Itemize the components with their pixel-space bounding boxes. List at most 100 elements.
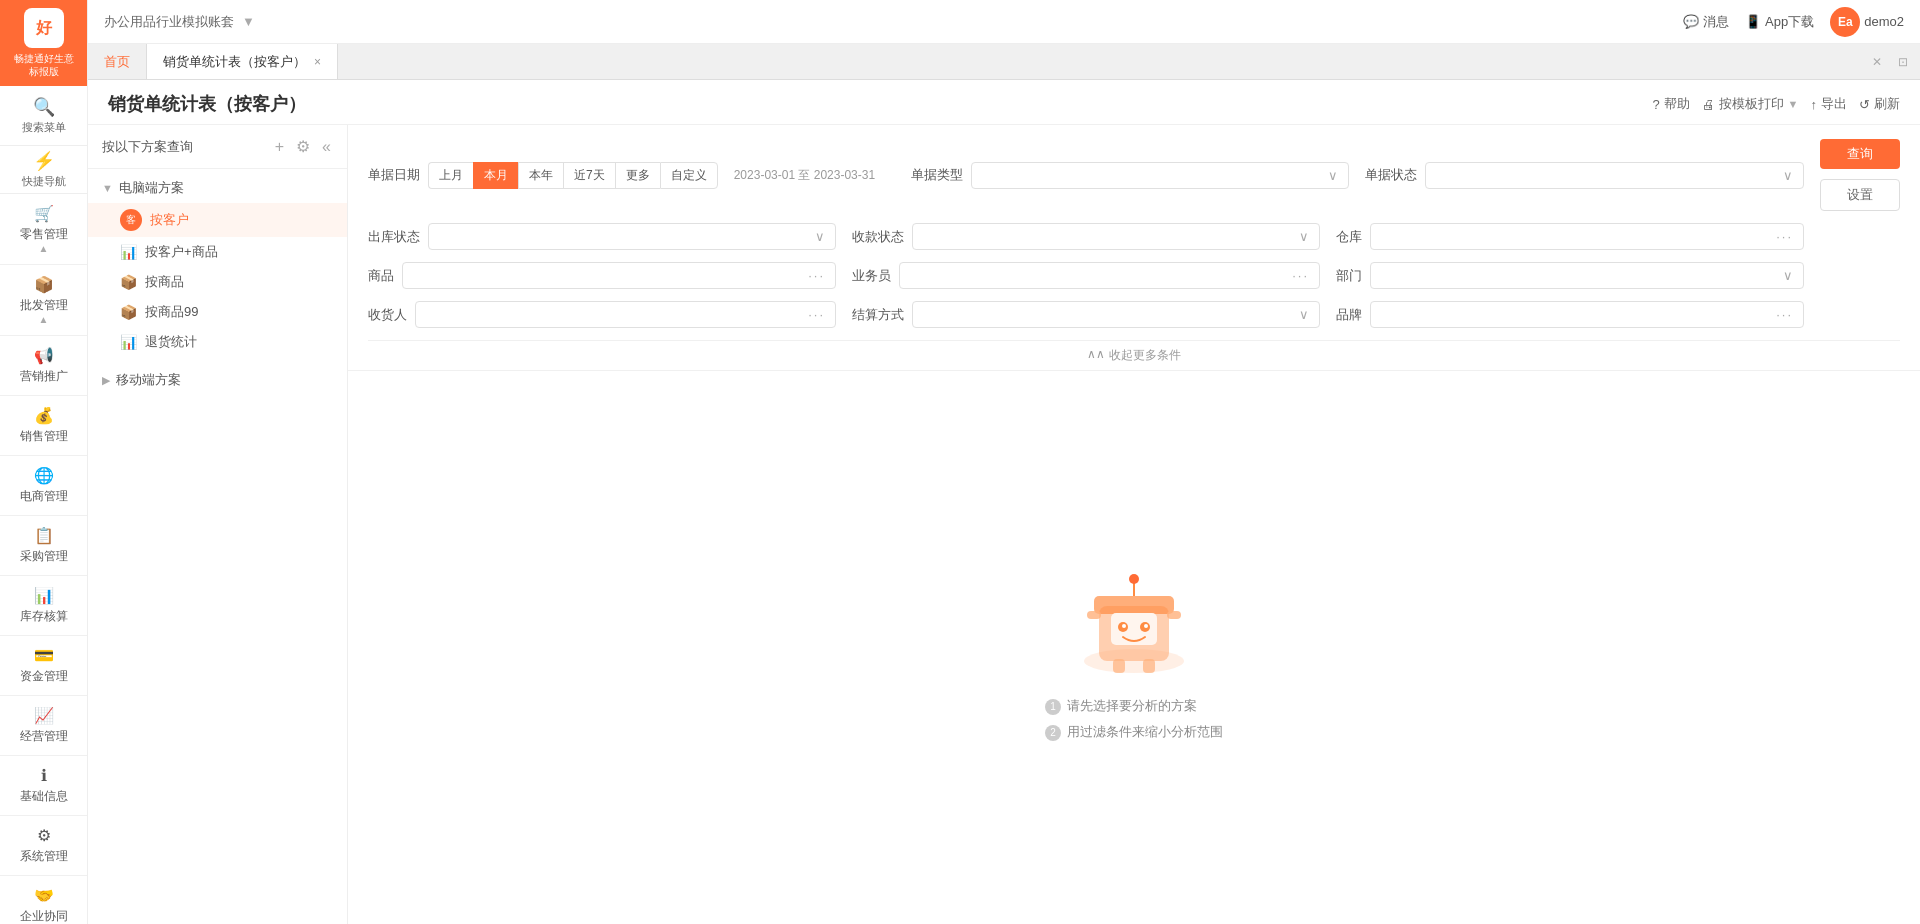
group-arrow-icon: ▼ [102,182,113,194]
settlement-caret: ∨ [1299,307,1309,322]
sidebar-item-collab[interactable]: 🤝 企业协同 [0,876,87,924]
scheme-item-by-customer[interactable]: 客 按客户 [88,203,347,237]
voucher-type-select[interactable]: ∨ [971,162,1350,189]
mobile-arrow-icon: ▶ [102,374,110,387]
sidebar-item-retail[interactable]: 🛒 零售管理 ▲ [0,194,87,265]
svg-point-6 [1122,624,1126,628]
refresh-icon: ↺ [1859,97,1870,112]
app-download-button[interactable]: 📱 App下载 [1745,13,1814,31]
scheme-item-by-product[interactable]: 📦 按商品 [88,267,347,297]
scheme-item-by-product-99[interactable]: 📦 按商品99 [88,297,347,327]
settlement-label: 结算方式 [852,306,904,324]
tab-close-window-icon[interactable]: ✕ [1872,55,1882,69]
query-button[interactable]: 查询 [1820,139,1900,169]
voucher-status-label: 单据状态 [1365,166,1417,184]
header-title: 办公用品行业模拟账套 [104,13,234,31]
sidebar-item-basic[interactable]: ℹ 基础信息 [0,756,87,816]
department-select[interactable]: ∨ [1370,262,1804,289]
voucher-type-label: 单据类型 [911,166,963,184]
scheme-box-icon-2: 📦 [120,304,137,320]
date-btn-last-month[interactable]: 上月 [428,162,473,189]
sidebar-item-wholesale[interactable]: 📦 批发管理 ▲ [0,265,87,336]
collab-icon: 🤝 [34,886,54,905]
sidebar-item-operation[interactable]: 📈 经营管理 [0,696,87,756]
basic-icon: ℹ [41,766,47,785]
settings-button[interactable]: 设置 [1820,179,1900,211]
sidebar: 好 畅捷通好生意 标报版 🔍 搜索菜单 ⚡ 快捷导航 🛒 零售管理 ▲ 📦 批发… [0,0,88,924]
date-range-text: 2023-03-01 至 2023-03-31 [734,167,875,184]
header-right: 💬 消息 📱 App下载 Ea demo2 [1683,7,1904,37]
sidebar-item-finance[interactable]: 💳 资金管理 [0,636,87,696]
sidebar-item-sales[interactable]: 💰 销售管理 [0,396,87,456]
stock-status-select[interactable]: ∨ [428,223,836,250]
date-filter: 上月 本月 本年 近7天 更多 自定义 [428,162,718,189]
finance-icon: 💳 [34,646,54,665]
page-content: 销货单统计表（按客户） ? 帮助 🖨 按模板打印 ▼ ↑ 导出 ↺ 刷新 [88,80,1920,924]
voucher-status-select[interactable]: ∨ [1425,162,1804,189]
msg-button[interactable]: 💬 消息 [1683,13,1729,31]
filter-area: 单据日期 上月 本月 本年 近7天 更多 自定义 2023-03-01 至 20… [348,125,1920,371]
scheme-group-desktop-title[interactable]: ▼ 电脑端方案 [88,173,347,203]
sidebar-item-purchase[interactable]: 📋 采购管理 [0,516,87,576]
print-button[interactable]: 🖨 按模板打印 ▼ [1702,95,1799,113]
export-icon: ↑ [1811,97,1818,112]
refresh-button[interactable]: ↺ 刷新 [1859,95,1900,113]
scheme-item-by-customer-product[interactable]: 📊 按客户+商品 [88,237,347,267]
svg-rect-12 [1113,659,1125,673]
export-button[interactable]: ↑ 导出 [1811,95,1848,113]
sidebar-search[interactable]: 🔍 搜索菜单 [0,86,87,146]
content-body: 按以下方案查询 + ⚙ « ▼ 电脑端方案 客 按客户 [88,125,1920,924]
brand-label: 品牌 [1336,306,1362,324]
purchase-icon: 📋 [34,526,54,545]
empty-illustration [1069,551,1199,681]
logo-icon: 好 [24,8,64,48]
scheme-collapse-button[interactable]: « [320,136,333,158]
voucher-type-caret: ∨ [1328,168,1338,183]
scheme-item-return-stat[interactable]: 📊 退货统计 [88,327,347,357]
collapse-bar[interactable]: ∧∧ 收起更多条件 [368,340,1900,370]
scheme-chart-icon-2: 📊 [120,334,137,350]
sidebar-item-marketing[interactable]: 📢 营销推广 [0,336,87,396]
sales-icon: 💰 [34,406,54,425]
settlement-select[interactable]: ∨ [912,301,1320,328]
receiver-select[interactable]: ··· [415,301,836,328]
user-menu[interactable]: Ea demo2 [1830,7,1904,37]
wholesale-icon: 📦 [34,275,54,294]
sidebar-quicknav[interactable]: ⚡ 快捷导航 [0,146,87,194]
date-btn-last-7[interactable]: 近7天 [563,162,615,189]
help-button[interactable]: ? 帮助 [1652,95,1689,113]
brand-select[interactable]: ··· [1370,301,1804,328]
quicknav-icon: ⚡ [33,150,55,172]
operation-icon: 📈 [34,706,54,725]
sidebar-item-system[interactable]: ⚙ 系统管理 [0,816,87,876]
salesperson-select[interactable]: ··· [899,262,1320,289]
tab-close-icon[interactable]: × [314,55,321,69]
main-area: 办公用品行业模拟账套 ▼ 💬 消息 📱 App下载 Ea demo2 首页 销货… [88,0,1920,924]
header-dropdown-icon[interactable]: ▼ [242,14,255,29]
date-btn-more[interactable]: 更多 [615,162,660,189]
sidebar-item-ecommerce[interactable]: 🌐 电商管理 [0,456,87,516]
payment-caret: ∨ [1299,229,1309,244]
sidebar-item-inventory[interactable]: 📊 库存核算 [0,576,87,636]
scheme-group-mobile: ▶ 移动端方案 [88,361,347,399]
tab-sales-stat[interactable]: 销货单统计表（按客户） × [147,44,338,79]
help-icon: ? [1652,97,1659,112]
empty-state: 请先选择要分析的方案 用过滤条件来缩小分析范围 [348,371,1920,924]
date-btn-custom[interactable]: 自定义 [660,162,718,189]
scheme-chart-icon-1: 📊 [120,244,137,260]
action-buttons: 查询 设置 [1820,139,1900,211]
date-btn-this-year[interactable]: 本年 [518,162,563,189]
payment-status-select[interactable]: ∨ [912,223,1320,250]
svg-rect-11 [1167,611,1181,619]
warehouse-select[interactable]: ··· [1370,223,1804,250]
product-label: 商品 [368,267,394,285]
product-select[interactable]: ··· [402,262,836,289]
date-btn-this-month[interactable]: 本月 [473,162,518,189]
scheme-group-mobile-title[interactable]: ▶ 移动端方案 [88,365,347,395]
voucher-status-caret: ∨ [1783,168,1793,183]
scheme-settings-button[interactable]: ⚙ [294,135,312,158]
tab-maximize-icon[interactable]: ⊡ [1898,55,1908,69]
inventory-icon: 📊 [34,586,54,605]
scheme-add-button[interactable]: + [273,136,286,158]
tab-home[interactable]: 首页 [88,44,147,79]
